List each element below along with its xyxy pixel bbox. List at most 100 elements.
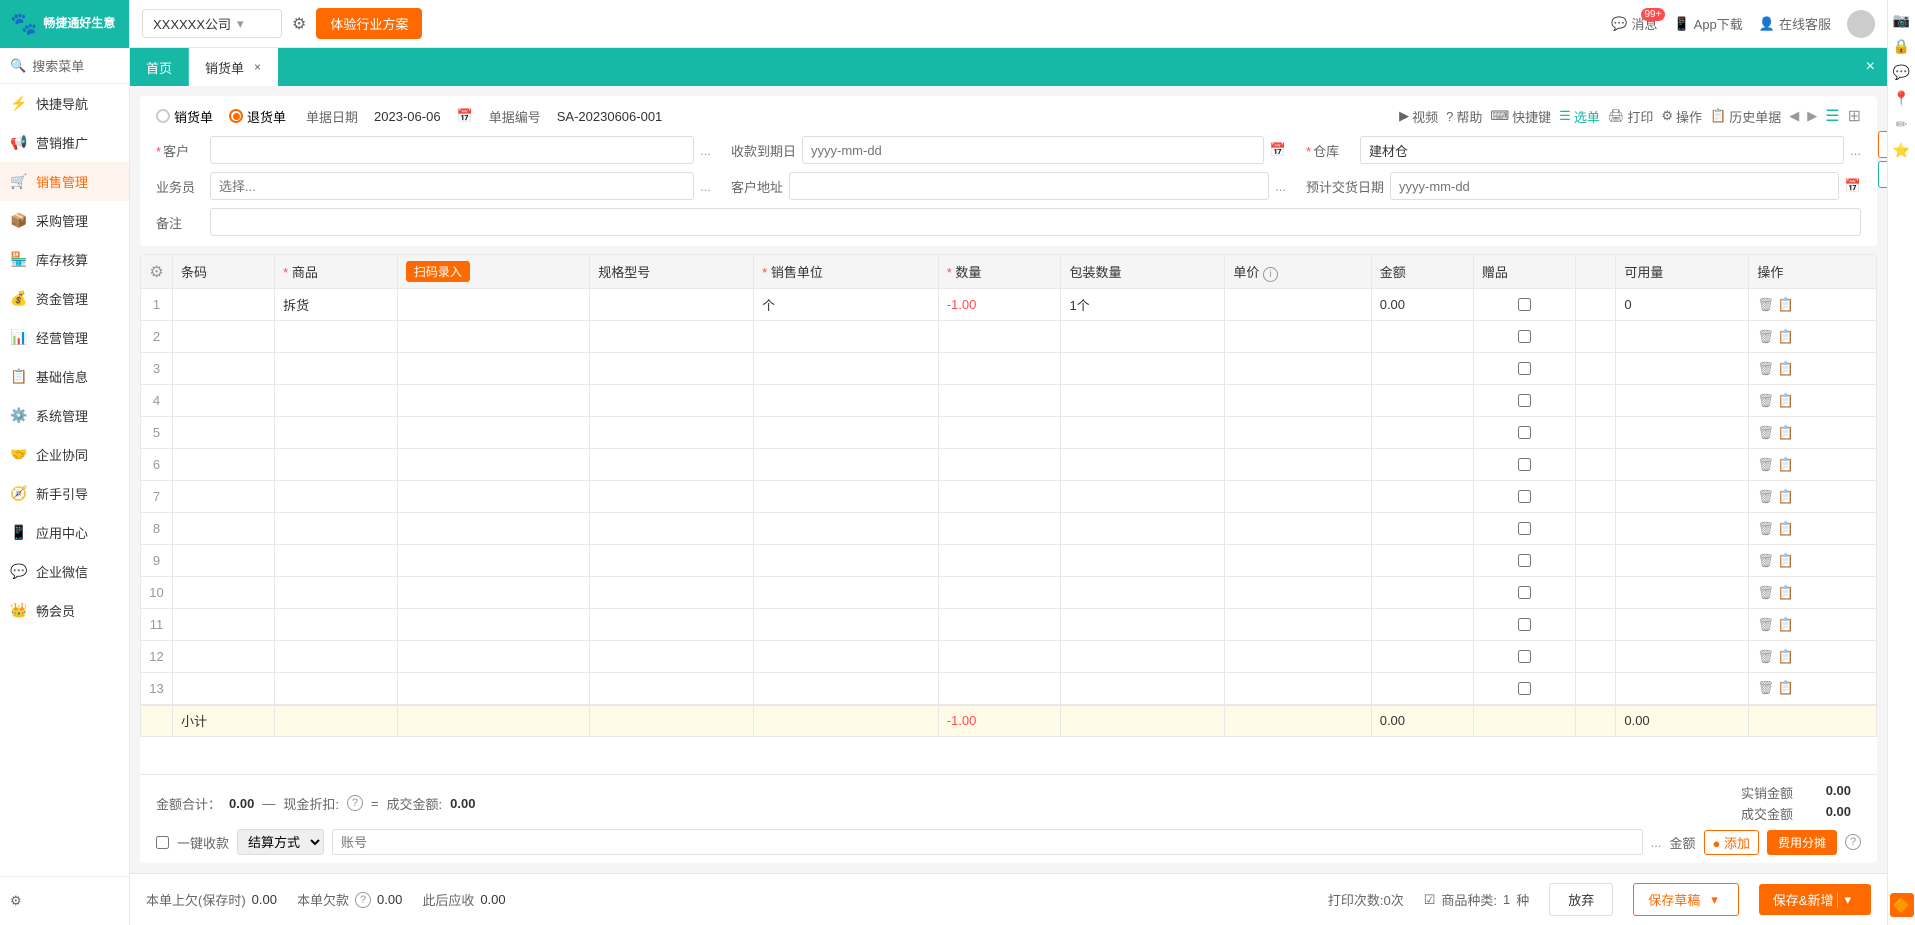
radio-sales-order[interactable]: 销货单: [156, 107, 213, 126]
gift-checkbox-1[interactable]: [1518, 298, 1531, 311]
sidebar-item-inventory[interactable]: 🏪 库存核算: [0, 240, 129, 279]
date-picker-icon[interactable]: 📅: [457, 108, 473, 124]
copy-icon[interactable]: 📋: [1778, 361, 1794, 377]
logistics-btn[interactable]: + 物流: [1878, 161, 1887, 188]
cell-spec-1[interactable]: [590, 289, 754, 321]
save-draft-btn[interactable]: 保存草稿 ▾: [1633, 883, 1739, 916]
print-btn[interactable]: 🖨 打印: [1608, 107, 1654, 126]
right-tool-lock[interactable]: 🔒: [1890, 34, 1914, 58]
copy-icon[interactable]: 📋: [1778, 489, 1794, 505]
discard-btn[interactable]: 放弃: [1549, 883, 1613, 916]
customer-dots[interactable]: ...: [700, 143, 711, 158]
settlement-select[interactable]: 结算方式: [237, 829, 324, 855]
copy-icon[interactable]: 📋: [1778, 393, 1794, 409]
copy-icon[interactable]: 📋: [1778, 553, 1794, 569]
discount-help-icon[interactable]: ?: [347, 795, 363, 811]
company-selector[interactable]: XXXXXX公司 ▾: [142, 9, 282, 38]
remarks-input[interactable]: [210, 208, 1861, 236]
cell-price-1[interactable]: [1225, 289, 1371, 321]
user-avatar[interactable]: [1847, 10, 1875, 38]
th-scan[interactable]: 扫码录入: [397, 255, 589, 289]
copy-icon[interactable]: 📋: [1778, 457, 1794, 473]
add-fee-btn[interactable]: ● 添加: [1704, 830, 1759, 855]
payment-date-input[interactable]: [802, 136, 1264, 164]
customer-addr-input[interactable]: [789, 172, 1269, 200]
delete-icon[interactable]: 🗑: [1757, 553, 1774, 569]
copy-icon[interactable]: 📋: [1778, 585, 1794, 601]
sidebar-search[interactable]: 🔍 搜索菜单: [0, 48, 129, 84]
tab-home[interactable]: 首页: [130, 48, 189, 86]
sidebar-item-guide[interactable]: 🧭 新手引导: [0, 474, 129, 513]
delete-icon[interactable]: 🗑: [1757, 680, 1774, 696]
copy-icon[interactable]: 📋: [1778, 329, 1794, 345]
scan-btn[interactable]: 扫码录入: [406, 261, 470, 282]
th-gear[interactable]: ⚙: [141, 255, 173, 289]
right-tool-edit[interactable]: ✏: [1890, 112, 1914, 136]
one-click-pay-checkbox[interactable]: [156, 836, 169, 849]
copy-icon-1[interactable]: 📋: [1778, 297, 1794, 313]
copy-icon[interactable]: 📋: [1778, 425, 1794, 441]
delete-icon[interactable]: 🗑: [1757, 521, 1774, 537]
copy-icon[interactable]: 📋: [1778, 521, 1794, 537]
cell-product-1[interactable]: 拆货: [275, 289, 398, 321]
gift-checkbox[interactable]: [1518, 330, 1531, 343]
gift-checkbox[interactable]: [1518, 554, 1531, 567]
sidebar-item-enterprise[interactable]: 🤝 企业协同: [0, 435, 129, 474]
payment-date-icon[interactable]: 📅: [1270, 142, 1286, 158]
right-tool-pin[interactable]: 📍: [1890, 86, 1914, 110]
customer-input[interactable]: [210, 136, 694, 164]
delete-icon[interactable]: 🗑: [1757, 489, 1774, 505]
warehouse-input[interactable]: [1360, 136, 1844, 164]
sidebar-item-system[interactable]: ⚙️ 系统管理: [0, 396, 129, 435]
account-dots[interactable]: ...: [1651, 835, 1662, 850]
account-input[interactable]: [332, 829, 1643, 855]
warehouse-dots[interactable]: ...: [1850, 143, 1861, 158]
expected-date-input[interactable]: [1390, 172, 1839, 200]
save-draft-chevron[interactable]: ▾: [1704, 892, 1724, 908]
delete-icon[interactable]: 🗑: [1757, 393, 1774, 409]
sidebar-item-basic[interactable]: 📋 基础信息: [0, 357, 129, 396]
trial-btn[interactable]: 体验行业方案: [316, 8, 422, 39]
tab-sales-order[interactable]: 销货单 ×: [189, 48, 278, 86]
video-btn[interactable]: ▶ 视频: [1399, 107, 1438, 126]
price-info-icon[interactable]: i: [1263, 267, 1278, 282]
sidebar-item-purchase[interactable]: 📦 采购管理: [0, 201, 129, 240]
sidebar-item-marketing[interactable]: 📢 营销推广: [0, 123, 129, 162]
gift-checkbox[interactable]: [1518, 522, 1531, 535]
sidebar-settings-btn[interactable]: ⚙: [0, 885, 129, 917]
table-gear-icon[interactable]: ⚙: [149, 264, 163, 281]
tab-close-icon[interactable]: ×: [254, 60, 261, 74]
delete-icon[interactable]: 🗑: [1757, 425, 1774, 441]
addr-dots[interactable]: ...: [1275, 179, 1286, 194]
delete-icon[interactable]: 🗑: [1757, 649, 1774, 665]
sidebar-item-finance[interactable]: 💰 资金管理: [0, 279, 129, 318]
delete-icon[interactable]: 🗑: [1757, 457, 1774, 473]
cell-barcode-1[interactable]: [173, 289, 275, 321]
sidebar-item-sales[interactable]: 🛒 销售管理: [0, 162, 129, 201]
right-tool-camera[interactable]: 📷: [1890, 8, 1914, 32]
expected-date-icon[interactable]: 📅: [1845, 178, 1861, 194]
settings-icon[interactable]: ⚙: [292, 14, 306, 34]
gift-checkbox[interactable]: [1518, 618, 1531, 631]
fee-split-btn[interactable]: 费用分摊: [1767, 830, 1837, 855]
sidebar-item-wechat[interactable]: 💬 企业微信: [0, 552, 129, 591]
nav-prev-icon[interactable]: ◀: [1789, 108, 1799, 124]
select-order-btn[interactable]: ☰ 选单: [1559, 107, 1600, 126]
salesperson-input[interactable]: [210, 172, 694, 200]
app-download-btn[interactable]: 📱 App下载: [1673, 14, 1742, 33]
tabbar-close-btn[interactable]: ×: [1854, 58, 1887, 76]
online-service-btn[interactable]: 👤 在线客服: [1759, 14, 1831, 33]
cell-pkg-1[interactable]: 1个: [1061, 289, 1225, 321]
view-grid-icon[interactable]: ⊞: [1848, 106, 1861, 126]
copy-icon[interactable]: 📋: [1778, 680, 1794, 696]
cell-qty-1[interactable]: -1.00: [938, 289, 1061, 321]
checkbox-product-type[interactable]: ☑: [1424, 892, 1436, 908]
view-list-icon[interactable]: ☰: [1825, 106, 1839, 126]
message-btn[interactable]: 💬 消息 99+: [1611, 14, 1657, 33]
settings-btn[interactable]: ⚙ 设置: [1878, 131, 1887, 158]
gift-checkbox[interactable]: [1518, 650, 1531, 663]
delete-icon[interactable]: 🗑: [1757, 361, 1774, 377]
save-new-chevron[interactable]: ▾: [1837, 892, 1857, 908]
gift-checkbox[interactable]: [1518, 458, 1531, 471]
operations-btn[interactable]: ⚙ 操作: [1661, 107, 1702, 126]
